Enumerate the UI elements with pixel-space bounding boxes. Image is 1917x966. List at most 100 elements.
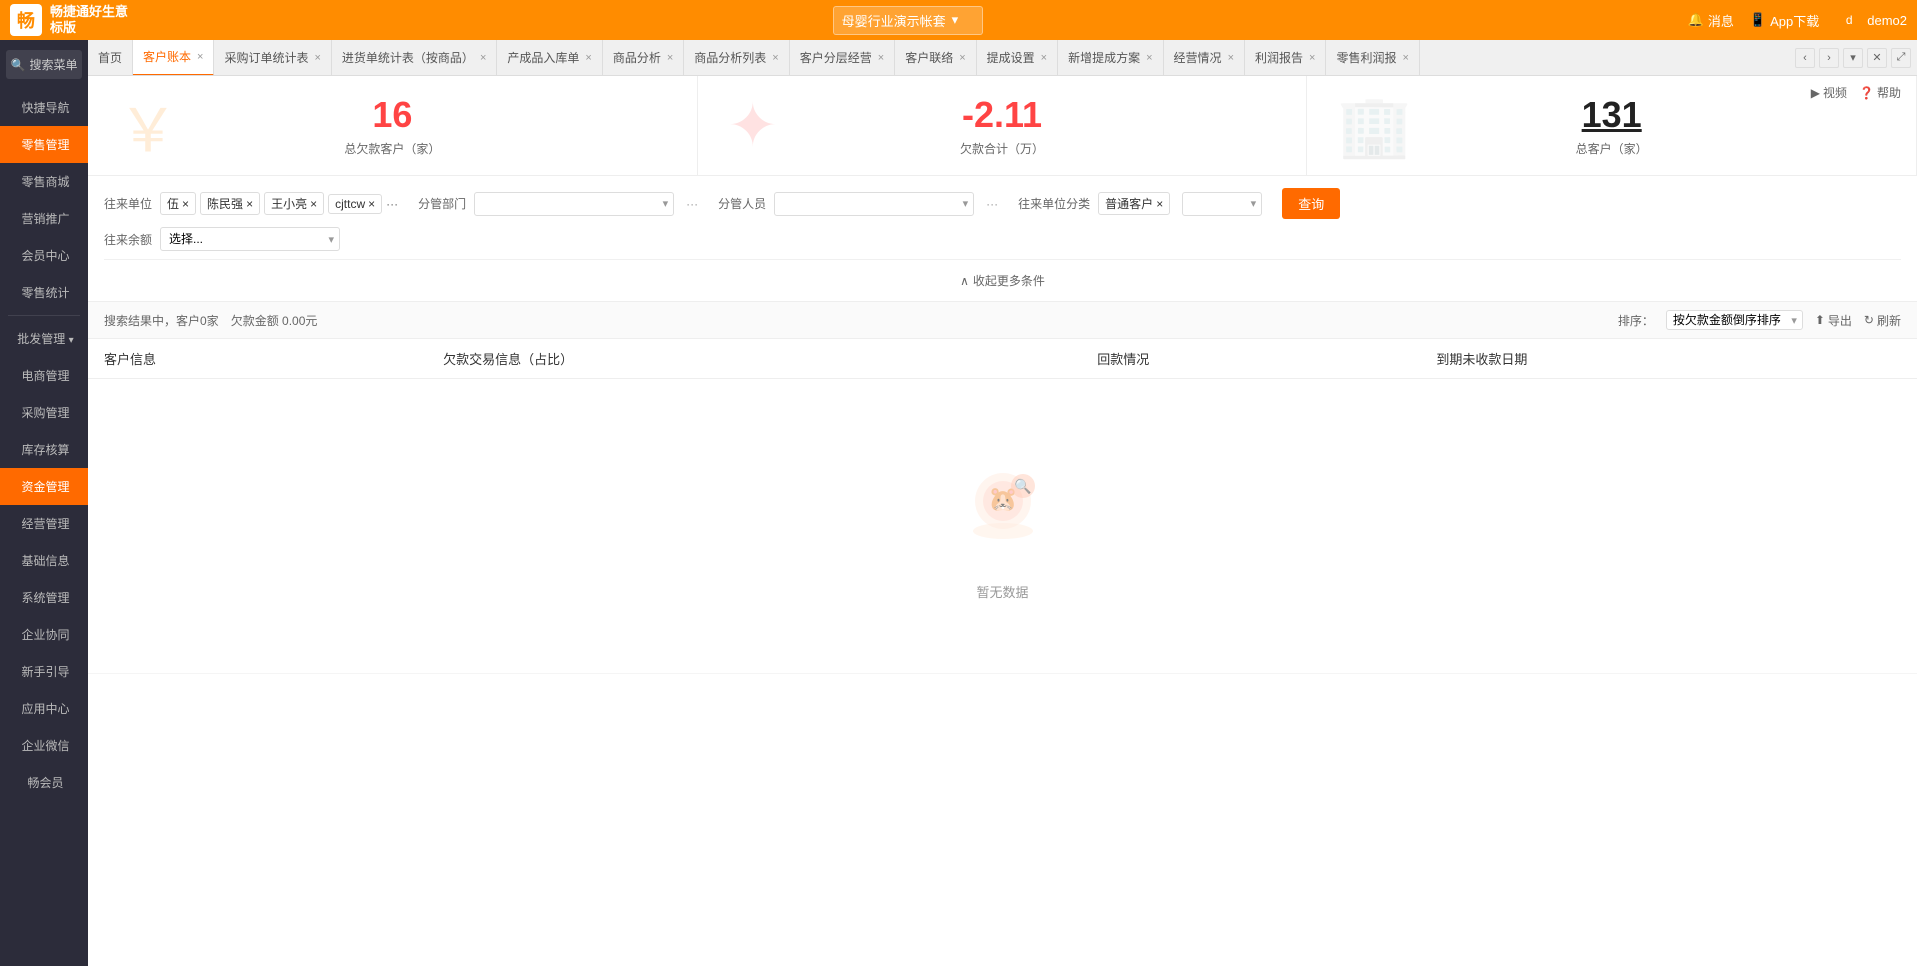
sidebar-item-retail[interactable]: 零售管理 xyxy=(0,126,88,163)
tab-close-inbound-stats[interactable]: × xyxy=(480,52,486,64)
tab-customer-account[interactable]: 客户账本 × xyxy=(133,40,214,76)
sidebar-item-enterprise-label: 企业协同 xyxy=(21,628,69,642)
tab-close-business-status[interactable]: × xyxy=(1228,52,1234,64)
workspace-selector[interactable]: 母婴行业演示帐套 ▾ xyxy=(833,6,984,35)
sidebar-item-wechat[interactable]: 企业微信 xyxy=(0,727,88,764)
unit-tag-wu-close[interactable]: × xyxy=(182,197,189,211)
tab-expand[interactable]: ⤢ xyxy=(1891,48,1911,68)
sort-label: 排序： xyxy=(1618,312,1654,329)
collapse-button[interactable]: ∧ 收起更多条件 xyxy=(960,268,1045,293)
sidebar-item-finance-label: 资金管理 xyxy=(21,480,69,494)
tab-close-all[interactable]: ✕ xyxy=(1867,48,1887,68)
tab-business-status[interactable]: 经营情况 × xyxy=(1164,40,1245,76)
help-button[interactable]: ❓ 帮助 xyxy=(1859,84,1901,101)
top-bar: 畅 畅捷通好生意 标版 母婴行业演示帐套 ▾ 🔔 消息 📱 App下载 xyxy=(0,0,1917,40)
stats-bar: ￥ 16 总欠款客户（家） ✦ -2.11 欠款合计（万） 🏢 131 总客户（… xyxy=(88,76,1917,176)
message-button[interactable]: 🔔 消息 xyxy=(1688,11,1734,30)
tab-close-new-raise[interactable]: × xyxy=(1146,52,1152,64)
sidebar-item-system[interactable]: 系统管理 xyxy=(0,579,88,616)
filter-area: 往来单位 伍 × 陈民强 × 王小亮 xyxy=(88,176,1917,302)
collapse-label: 收起更多条件 xyxy=(973,272,1045,289)
tab-close-customer-account[interactable]: × xyxy=(197,51,203,63)
dept-select[interactable] xyxy=(474,192,674,216)
sidebar-item-finance[interactable]: 资金管理 xyxy=(0,468,88,505)
tab-inbound-stats[interactable]: 进货单统计表（按商品） × xyxy=(332,40,497,76)
logo-icon: 畅 xyxy=(10,4,42,36)
tab-customer-tier[interactable]: 客户分层经营 × xyxy=(790,40,895,76)
person-select[interactable] xyxy=(774,192,974,216)
tab-goods-analysis-list[interactable]: 商品分析列表 × xyxy=(684,40,789,76)
sidebar-item-guide[interactable]: 新手引导 xyxy=(0,653,88,690)
sidebar-item-retail-stats[interactable]: 零售统计 xyxy=(0,274,88,311)
tab-close-retail-profit[interactable]: × xyxy=(1402,52,1408,64)
tab-close-profit-report[interactable]: × xyxy=(1309,52,1315,64)
sidebar-item-member-label: 会员中心 xyxy=(21,249,69,263)
tab-close-customer-contact[interactable]: × xyxy=(959,52,965,64)
tab-nav-more[interactable]: ▾ xyxy=(1843,48,1863,68)
page-content: ￥ 16 总欠款客户（家） ✦ -2.11 欠款合计（万） 🏢 131 总客户（… xyxy=(88,76,1917,966)
unit-tag-cjttcw-close[interactable]: × xyxy=(368,197,375,211)
sidebar-item-vip[interactable]: 畅会员 xyxy=(0,764,88,801)
tab-goods-analysis[interactable]: 商品分析 × xyxy=(603,40,684,76)
sidebar-item-member[interactable]: 会员中心 xyxy=(0,237,88,274)
sort-select[interactable]: 按欠款金额倒序排序 xyxy=(1666,310,1803,330)
refresh-label: 刷新 xyxy=(1877,312,1901,329)
sidebar-item-system-label: 系统管理 xyxy=(21,591,69,605)
unit-type-select[interactable] xyxy=(1182,192,1262,216)
tab-nav-right[interactable]: › xyxy=(1819,48,1839,68)
refresh-button[interactable]: ↻ 刷新 xyxy=(1864,312,1901,329)
sidebar-item-vip-label: 畅会员 xyxy=(27,776,63,790)
tab-product-inbound[interactable]: 产成品入库单 × xyxy=(497,40,602,76)
sidebar-item-purchase[interactable]: 采购管理 xyxy=(0,394,88,431)
stat-total-credit-customers: ￥ 16 总欠款客户（家） xyxy=(88,76,698,175)
sidebar-item-ecom[interactable]: 电商管理 xyxy=(0,357,88,394)
tab-new-raise-label: 新增提成方案 xyxy=(1068,49,1140,66)
top-bar-center: 母婴行业演示帐套 ▾ xyxy=(128,6,1688,35)
dept-more-icon: ··· xyxy=(686,197,698,211)
workspace-label: 母婴行业演示帐套 xyxy=(842,11,946,30)
tab-customer-contact-label: 客户联络 xyxy=(905,49,953,66)
tab-close-purchase-order[interactable]: × xyxy=(314,52,320,64)
tab-close-customer-tier[interactable]: × xyxy=(878,52,884,64)
user-menu[interactable]: d demo2 xyxy=(1835,6,1907,34)
tab-nav-left[interactable]: ‹ xyxy=(1795,48,1815,68)
tab-raise-setting[interactable]: 提成设置 × xyxy=(977,40,1058,76)
balance-select-wrapper: 选择... xyxy=(160,227,340,251)
tab-close-goods-analysis-list[interactable]: × xyxy=(772,52,778,64)
tab-profit-report[interactable]: 利润报告 × xyxy=(1245,40,1326,76)
stat-credit-customers-label: 总欠款客户（家） xyxy=(344,140,440,157)
query-button[interactable]: 查询 xyxy=(1282,188,1340,219)
sidebar-item-quick-nav[interactable]: 快捷导航 xyxy=(0,89,88,126)
video-help-button[interactable]: ▶ 视频 xyxy=(1811,84,1847,101)
tab-purchase-order[interactable]: 采购订单统计表 × xyxy=(214,40,331,76)
chevron-icon: ▾ xyxy=(69,335,74,346)
sidebar-item-inventory[interactable]: 库存核算 xyxy=(0,431,88,468)
search-menu-button[interactable]: 🔍 搜索菜单 xyxy=(6,50,82,79)
unit-type-tag-normal-close[interactable]: × xyxy=(1156,197,1163,211)
sidebar-item-enterprise[interactable]: 企业协同 xyxy=(0,616,88,653)
sidebar-item-inventory-label: 库存核算 xyxy=(21,443,69,457)
tab-new-raise[interactable]: 新增提成方案 × xyxy=(1058,40,1163,76)
sidebar-item-ops[interactable]: 经营管理 xyxy=(0,505,88,542)
sidebar-item-wholesale[interactable]: 批发管理 ▾ xyxy=(0,320,88,357)
empty-cell: 🐹 🔍 暂无数据 xyxy=(88,379,1917,674)
unit-tag-chen-close[interactable]: × xyxy=(246,197,253,211)
tab-close-raise-setting[interactable]: × xyxy=(1041,52,1047,64)
balance-select[interactable]: 选择... xyxy=(160,227,340,251)
unit-filter-label: 往来单位 xyxy=(104,195,152,212)
sidebar-item-base[interactable]: 基础信息 xyxy=(0,542,88,579)
sidebar-item-marketing[interactable]: 营销推广 xyxy=(0,200,88,237)
stat-total-customers-value: 131 xyxy=(1582,94,1642,136)
tab-retail-profit[interactable]: 零售利润报 × xyxy=(1326,40,1419,76)
tab-close-product-inbound[interactable]: × xyxy=(585,52,591,64)
tab-close-goods-analysis[interactable]: × xyxy=(667,52,673,64)
unit-type-tag-normal-label: 普通客户 xyxy=(1105,195,1153,212)
tab-customer-contact[interactable]: 客户联络 × xyxy=(895,40,976,76)
app-download-button[interactable]: 📱 App下载 xyxy=(1750,11,1819,30)
export-button[interactable]: ⬆ 导出 xyxy=(1815,312,1852,329)
unit-tags-more[interactable]: ··· xyxy=(386,197,398,211)
unit-tag-wang-close[interactable]: × xyxy=(310,197,317,211)
sidebar-item-app-center[interactable]: 应用中心 xyxy=(0,690,88,727)
sidebar-item-retail-store[interactable]: 零售商城 xyxy=(0,163,88,200)
tab-home[interactable]: 首页 xyxy=(88,40,133,76)
